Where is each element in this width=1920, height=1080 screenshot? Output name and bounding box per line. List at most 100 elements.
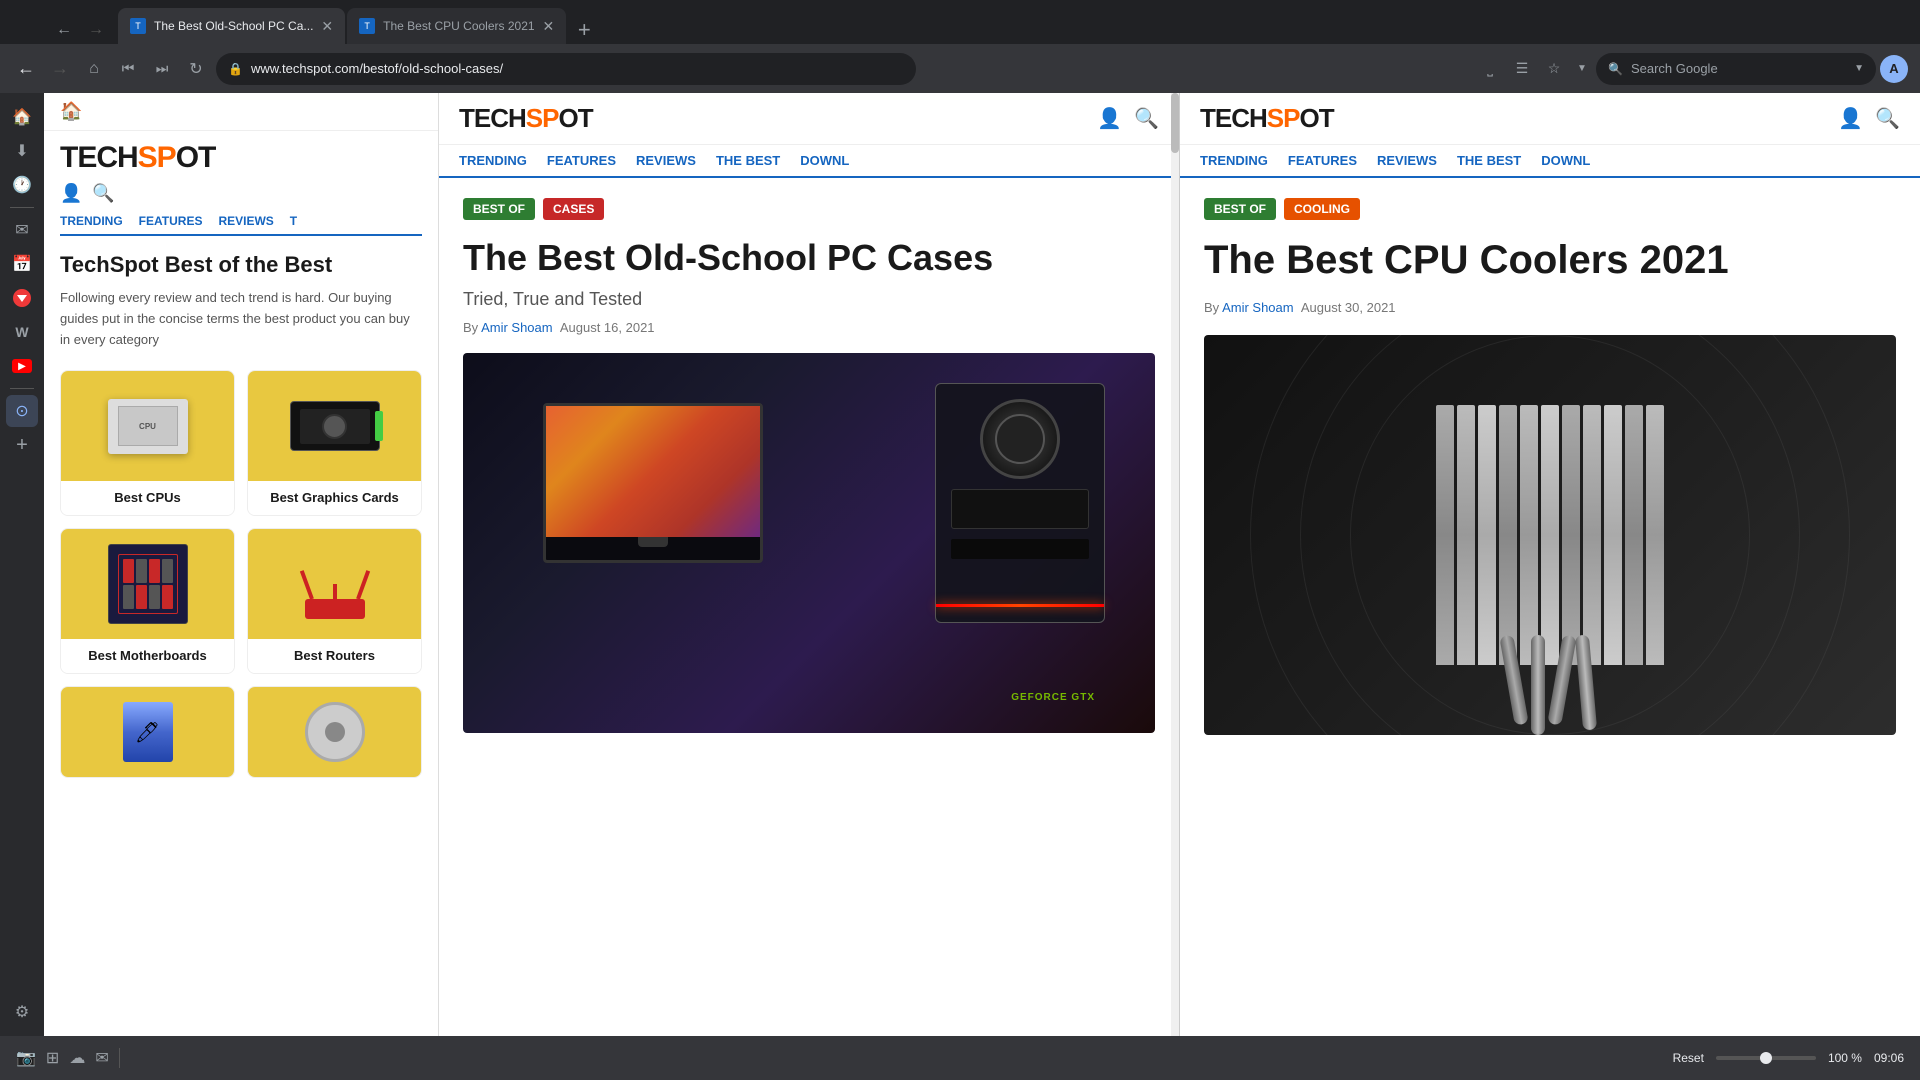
sidebar-icon-mail[interactable]: ✉	[6, 214, 38, 246]
left-nav-features[interactable]: FEATURES	[139, 214, 203, 228]
article1-hero-image: GEFORCE GTX	[463, 353, 1155, 733]
a1-nav-thebest[interactable]: THE BEST	[716, 145, 780, 176]
sidebar-icon-add[interactable]: +	[6, 429, 38, 461]
back-button[interactable]: ←	[50, 16, 78, 44]
article1-search-icon[interactable]: 🔍	[1134, 106, 1159, 131]
a2-nav-features[interactable]: FEATURES	[1288, 145, 1357, 176]
article1-title: The Best Old-School PC Cases	[463, 236, 1155, 279]
a2-nav-reviews[interactable]: REVIEWS	[1377, 145, 1437, 176]
extra-card-1[interactable]: 🖊	[60, 686, 235, 778]
bookmark-icon[interactable]: ☆	[1540, 55, 1568, 83]
zoom-level: 100 %	[1828, 1051, 1862, 1065]
tab-1[interactable]: T The Best Old-School PC Ca... ✕	[118, 8, 345, 44]
sidebar-icon-extensions[interactable]: ⬇	[6, 135, 38, 167]
geforce-label: GEFORCE GTX	[1011, 692, 1095, 703]
article1-tag2[interactable]: CASES	[543, 198, 604, 220]
gpu-card[interactable]: Best Graphics Cards	[247, 370, 422, 516]
sidebar-icon-vivaldi[interactable]	[6, 282, 38, 314]
current-time: 09:06	[1874, 1051, 1904, 1065]
reset-label[interactable]: Reset	[1673, 1051, 1704, 1065]
article1-user-icon[interactable]: 👤	[1097, 106, 1122, 131]
left-nav-trending[interactable]: TRENDING	[60, 214, 123, 228]
tab-1-close[interactable]: ✕	[321, 18, 333, 35]
a1-nav-trending[interactable]: TRENDING	[459, 145, 527, 176]
profile-button[interactable]: A	[1880, 55, 1908, 83]
search-box[interactable]: 🔍 Search Google ▼	[1596, 53, 1876, 85]
article2-meta: By Amir Shoam August 30, 2021	[1204, 300, 1896, 315]
sidebar-icon-wikipedia[interactable]: W	[6, 316, 38, 348]
extra-card-2[interactable]	[247, 686, 422, 778]
motherboard-card-label: Best Motherboards	[88, 648, 206, 663]
sidebar-icon-settings[interactable]: ⚙	[6, 996, 38, 1028]
a2-nav-downl[interactable]: DOWNL	[1541, 145, 1590, 176]
gpu-card-label: Best Graphics Cards	[270, 490, 399, 505]
address-bar[interactable]: 🔒 www.techspot.com/bestof/old-school-cas…	[216, 53, 916, 85]
router-card[interactable]: Best Routers	[247, 528, 422, 674]
motherboard-card[interactable]: Best Motherboards	[60, 528, 235, 674]
a1-nav-downl[interactable]: DOWNL	[800, 145, 849, 176]
browser-chrome: ← → T The Best Old-School PC Ca... ✕ T T…	[0, 0, 1920, 93]
cpu-card[interactable]: CPU Best CPUs	[60, 370, 235, 516]
cpu-card-label: Best CPUs	[114, 490, 180, 505]
panel-home-icon[interactable]: 🏠	[60, 101, 82, 122]
rss-icon[interactable]: ⎵	[1476, 55, 1504, 83]
back-nav-button[interactable]: ←	[12, 55, 40, 83]
article1-panel: TECHSPOT 👤 🔍 TRENDING FEATURES REVIEWS T…	[439, 93, 1180, 1036]
skip-forward-button[interactable]: ⏭	[148, 55, 176, 83]
article2-logo[interactable]: TECHSPOT	[1200, 103, 1334, 134]
status-right: Reset 100 % 09:06	[1673, 1051, 1904, 1065]
article2-search-icon[interactable]: 🔍	[1875, 106, 1900, 131]
google-logo-icon: 🔍	[1608, 62, 1623, 76]
zoom-control	[1716, 1056, 1816, 1060]
sidebar-icon-home[interactable]: 🏠	[6, 101, 38, 133]
reload-button[interactable]: ↻	[182, 55, 210, 83]
status-separator-1	[119, 1048, 120, 1068]
article1-scrollbar[interactable]	[1171, 93, 1179, 1036]
search-box-text: Search Google	[1631, 61, 1846, 76]
security-icon: 🔒	[228, 62, 243, 76]
article2-tag1[interactable]: BEST OF	[1204, 198, 1276, 220]
cpu-card-image: CPU	[61, 371, 234, 481]
browser-sidebar: 🏠 ⬇ 🕐 ✉ 📅 W ▶ ⊙ + ⚙	[0, 93, 44, 1036]
tab-2[interactable]: T The Best CPU Coolers 2021 ✕	[347, 8, 566, 44]
address-url: www.techspot.com/bestof/old-school-cases…	[251, 61, 904, 76]
home-button[interactable]: ⌂	[80, 55, 108, 83]
sidebar-icon-active[interactable]: ⊙	[6, 395, 38, 427]
forward-button[interactable]: →	[82, 16, 110, 44]
menu-icon[interactable]: ☰	[1508, 55, 1536, 83]
cards-grid: CPU Best CPUs	[60, 370, 422, 778]
left-nav-reviews[interactable]: REVIEWS	[218, 214, 273, 228]
status-mail-icon[interactable]: ✉	[95, 1048, 108, 1068]
left-panel-title: TechSpot Best of the Best	[60, 252, 422, 278]
sidebar-icon-calendar[interactable]: 📅	[6, 248, 38, 280]
a2-nav-trending[interactable]: TRENDING	[1200, 145, 1268, 176]
left-panel-logo[interactable]: TECHSPOT	[60, 141, 422, 175]
tab-2-close[interactable]: ✕	[543, 18, 555, 35]
status-screenshot-icon[interactable]: 📷	[16, 1048, 36, 1068]
zoom-slider[interactable]	[1716, 1056, 1816, 1060]
article1-meta: By Amir Shoam August 16, 2021	[463, 320, 1155, 335]
sidebar-separator-2	[10, 388, 34, 389]
bookmark-dropdown-icon[interactable]: ▼	[1572, 55, 1592, 83]
status-cloud-icon[interactable]: ☁	[69, 1048, 85, 1068]
left-nav-more[interactable]: T	[290, 214, 297, 228]
article1-logo[interactable]: TECHSPOT	[459, 103, 593, 134]
status-bar: 📷 ⊞ ☁ ✉ Reset 100 % 09:06	[0, 1036, 1920, 1080]
sidebar-icon-history[interactable]: 🕐	[6, 169, 38, 201]
status-layout-icon[interactable]: ⊞	[46, 1048, 59, 1068]
skip-back-button[interactable]: ⏮	[114, 55, 142, 83]
tab-1-title: The Best Old-School PC Ca...	[154, 19, 313, 33]
left-panel-user-icon[interactable]: 👤	[60, 183, 82, 204]
a1-nav-reviews[interactable]: REVIEWS	[636, 145, 696, 176]
a1-nav-features[interactable]: FEATURES	[547, 145, 616, 176]
article2-user-icon[interactable]: 👤	[1838, 106, 1863, 131]
sidebar-icon-youtube[interactable]: ▶	[6, 350, 38, 382]
left-content-panel: 🏠 TECHSPOT 👤 🔍 TRENDING FEATURES REVIEWS…	[44, 93, 439, 1036]
forward-nav-button[interactable]: →	[46, 55, 74, 83]
new-tab-button[interactable]: +	[570, 16, 598, 44]
a2-nav-thebest[interactable]: THE BEST	[1457, 145, 1521, 176]
article1-tag1[interactable]: BEST OF	[463, 198, 535, 220]
article2-hero-image	[1204, 335, 1896, 735]
article2-tag2[interactable]: COOLING	[1284, 198, 1360, 220]
left-panel-search-icon[interactable]: 🔍	[92, 183, 114, 204]
